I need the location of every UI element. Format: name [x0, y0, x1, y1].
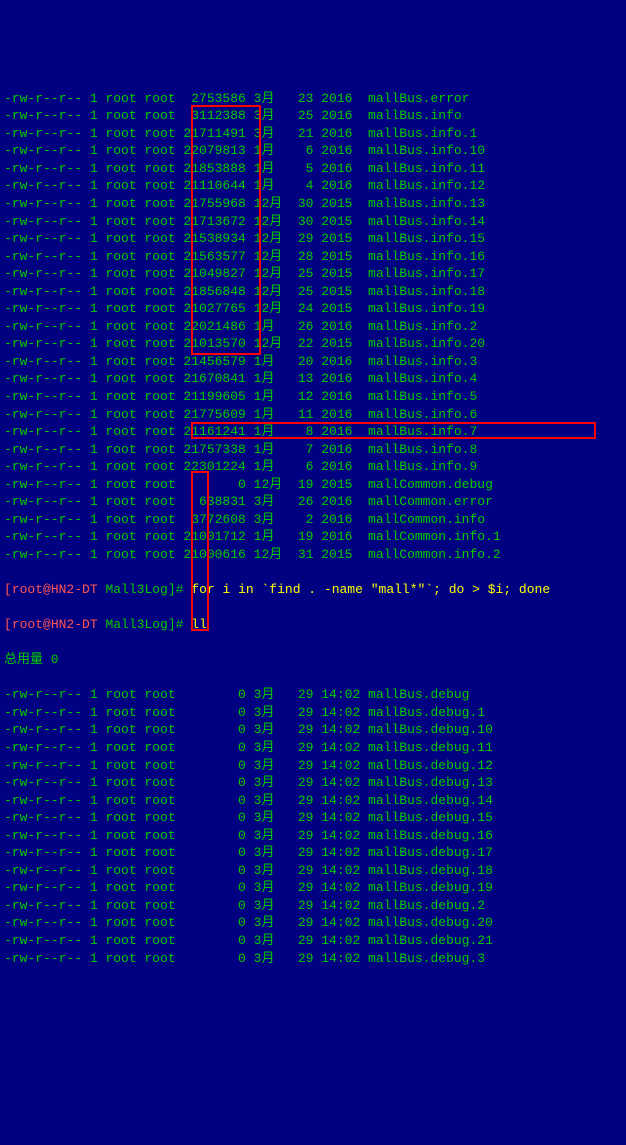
total-line: 总用量 0: [4, 651, 622, 669]
file-row: -rw-r--r-- 1 root root 21027765 12月 24 2…: [4, 300, 622, 318]
file-row: -rw-r--r-- 1 root root 0 3月 29 14:02 mal…: [4, 844, 622, 862]
file-row: -rw-r--r-- 1 root root 21711491 3月 21 20…: [4, 125, 622, 143]
terminal-output[interactable]: -rw-r--r-- 1 root root 2753586 3月 23 201…: [4, 72, 622, 1055]
file-row: -rw-r--r-- 1 root root 21853888 1月 5 201…: [4, 160, 622, 178]
file-row: -rw-r--r-- 1 root root 22301224 1月 6 201…: [4, 458, 622, 476]
file-row: -rw-r--r-- 1 root root 21670841 1月 13 20…: [4, 370, 622, 388]
file-row: -rw-r--r-- 1 root root 21713672 12月 30 2…: [4, 213, 622, 231]
file-row: -rw-r--r-- 1 root root 0 12月 19 2015 mal…: [4, 476, 622, 494]
file-row: -rw-r--r-- 1 root root 21755968 12月 30 2…: [4, 195, 622, 213]
command-ll: ll: [191, 617, 207, 632]
file-row: -rw-r--r-- 1 root root 0 3月 29 14:02 mal…: [4, 809, 622, 827]
file-list-before: -rw-r--r-- 1 root root 2753586 3月 23 201…: [4, 90, 622, 564]
file-row: -rw-r--r-- 1 root root 0 3月 29 14:02 mal…: [4, 879, 622, 897]
file-row: -rw-r--r-- 1 root root 21538934 12月 29 2…: [4, 230, 622, 248]
command-for-loop: for i in `find . -name "mall*"`; do > $i…: [191, 582, 550, 597]
file-row: -rw-r--r-- 1 root root 21161241 1月 8 201…: [4, 423, 622, 441]
file-row: -rw-r--r-- 1 root root 0 3月 29 14:02 mal…: [4, 774, 622, 792]
file-list-after: -rw-r--r-- 1 root root 0 3月 29 14:02 mal…: [4, 686, 622, 967]
file-row: -rw-r--r-- 1 root root 21013570 12月 22 2…: [4, 335, 622, 353]
file-row: -rw-r--r-- 1 root root 638831 3月 26 2016…: [4, 493, 622, 511]
file-row: -rw-r--r-- 1 root root 0 3月 29 14:02 mal…: [4, 914, 622, 932]
prompt-line-1: [root@HN2-DT Mall3Log]# for i in `find .…: [4, 581, 622, 599]
file-row: -rw-r--r-- 1 root root 21199605 1月 12 20…: [4, 388, 622, 406]
file-row: -rw-r--r-- 1 root root 0 3月 29 14:02 mal…: [4, 686, 622, 704]
file-row: -rw-r--r-- 1 root root 21456579 1月 20 20…: [4, 353, 622, 371]
file-row: -rw-r--r-- 1 root root 21049827 12月 25 2…: [4, 265, 622, 283]
file-row: -rw-r--r-- 1 root root 2753586 3月 23 201…: [4, 90, 622, 108]
file-row: -rw-r--r-- 1 root root 22079813 1月 6 201…: [4, 142, 622, 160]
file-row: -rw-r--r-- 1 root root 21775609 1月 11 20…: [4, 406, 622, 424]
file-row: -rw-r--r-- 1 root root 0 3月 29 14:02 mal…: [4, 950, 622, 968]
file-row: -rw-r--r-- 1 root root 21757338 1月 7 201…: [4, 441, 622, 459]
file-row: -rw-r--r-- 1 root root 0 3月 29 14:02 mal…: [4, 792, 622, 810]
file-row: -rw-r--r-- 1 root root 0 3月 29 14:02 mal…: [4, 897, 622, 915]
file-row: -rw-r--r-- 1 root root 0 3月 29 14:02 mal…: [4, 932, 622, 950]
file-row: -rw-r--r-- 1 root root 22021486 1月 26 20…: [4, 318, 622, 336]
file-row: -rw-r--r-- 1 root root 21001712 1月 19 20…: [4, 528, 622, 546]
file-row: -rw-r--r-- 1 root root 0 3月 29 14:02 mal…: [4, 704, 622, 722]
file-row: -rw-r--r-- 1 root root 0 3月 29 14:02 mal…: [4, 721, 622, 739]
file-row: -rw-r--r-- 1 root root 3772608 3月 2 2016…: [4, 511, 622, 529]
prompt-line-2: [root@HN2-DT Mall3Log]# ll: [4, 616, 622, 634]
file-row: -rw-r--r-- 1 root root 21000616 12月 31 2…: [4, 546, 622, 564]
file-row: -rw-r--r-- 1 root root 0 3月 29 14:02 mal…: [4, 757, 622, 775]
file-row: -rw-r--r-- 1 root root 0 3月 29 14:02 mal…: [4, 862, 622, 880]
file-row: -rw-r--r-- 1 root root 3112388 3月 25 201…: [4, 107, 622, 125]
file-row: -rw-r--r-- 1 root root 21110644 1月 4 201…: [4, 177, 622, 195]
file-row: -rw-r--r-- 1 root root 21563577 12月 28 2…: [4, 248, 622, 266]
file-row: -rw-r--r-- 1 root root 0 3月 29 14:02 mal…: [4, 739, 622, 757]
file-row: -rw-r--r-- 1 root root 21856848 12月 25 2…: [4, 283, 622, 301]
file-row: -rw-r--r-- 1 root root 0 3月 29 14:02 mal…: [4, 827, 622, 845]
